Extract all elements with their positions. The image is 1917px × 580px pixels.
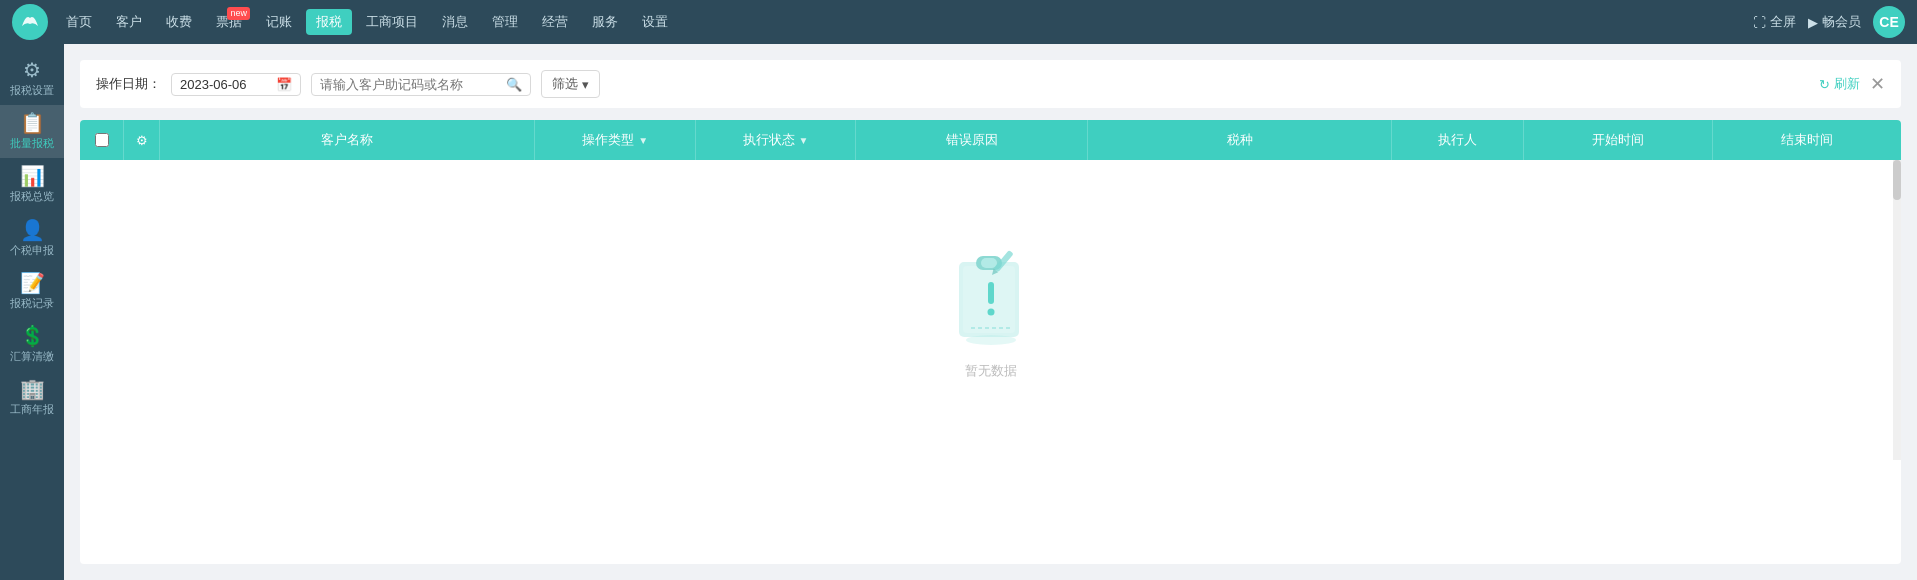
empty-illustration bbox=[941, 240, 1041, 350]
filter-button[interactable]: 筛选 ▾ bbox=[541, 70, 600, 98]
sidebar-label-baoshui-zongjian: 报税总览 bbox=[10, 190, 54, 203]
sidebar-label-baoshui-jilu: 报税记录 bbox=[10, 297, 54, 310]
search-box[interactable]: 🔍 bbox=[311, 73, 531, 96]
member-button[interactable]: ▶ 畅会员 bbox=[1808, 13, 1861, 31]
nav-item-报税[interactable]: 报税 bbox=[306, 9, 352, 35]
avatar-text: CE bbox=[1879, 14, 1898, 30]
col-header-executor: 执行人 bbox=[1392, 120, 1524, 160]
search-icon[interactable]: 🔍 bbox=[506, 77, 522, 92]
date-filter-label: 操作日期： bbox=[96, 75, 161, 93]
close-button[interactable]: ✕ bbox=[1870, 75, 1885, 93]
content-area: 操作日期： 📅 🔍 筛选 ▾ ↻ 刷新 ✕ bbox=[64, 44, 1917, 580]
nav-item-工商项目[interactable]: 工商项目 bbox=[356, 9, 428, 35]
sidebar-label-huisuan-jiaona: 汇算清缴 bbox=[10, 350, 54, 363]
date-picker[interactable]: 📅 bbox=[171, 73, 301, 96]
sidebar-label-gongshang-nianbao: 工商年报 bbox=[10, 403, 54, 416]
search-input[interactable] bbox=[320, 77, 502, 92]
refresh-label: 刷新 bbox=[1834, 75, 1860, 93]
fullscreen-label: 全屏 bbox=[1770, 13, 1796, 31]
sidebar-item-baoshui-jilu[interactable]: 📝 报税记录 bbox=[0, 265, 64, 318]
col-header-status[interactable]: 执行状态 ▼ bbox=[696, 120, 856, 160]
col-header-endtime: 结束时间 bbox=[1713, 120, 1901, 160]
nav-item-设置[interactable]: 设置 bbox=[632, 9, 678, 35]
empty-state: 暂无数据 bbox=[80, 160, 1901, 460]
user-avatar[interactable]: CE bbox=[1873, 6, 1905, 38]
calendar-icon: 📅 bbox=[276, 77, 292, 92]
nav-item-收费[interactable]: 收费 bbox=[156, 9, 202, 35]
sort-icon-optype: ▼ bbox=[638, 135, 648, 146]
col-header-error: 错误原因 bbox=[856, 120, 1088, 160]
col-header-optype[interactable]: 操作类型 ▼ bbox=[535, 120, 695, 160]
sidebar-icon-baoshui-jilu: 📝 bbox=[20, 273, 45, 293]
scrollbar-track[interactable] bbox=[1893, 160, 1901, 460]
sidebar-label-baoshui-shezhi: 报税设置 bbox=[10, 84, 54, 97]
table-header: ⚙ 客户名称 操作类型 ▼ 执行状态 ▼ 错误原因 税种 bbox=[80, 120, 1901, 160]
col-header-taxtype: 税种 bbox=[1088, 120, 1392, 160]
sidebar: ⚙ 报税设置 📋 批量报税 📊 报税总览 👤 个税申报 📝 报税记录 💲 汇算清缴 🏢 工商年报 bbox=[0, 44, 64, 580]
nav-item-票据[interactable]: 票据new bbox=[206, 9, 252, 35]
sidebar-item-gongshang-nianbao[interactable]: 🏢 工商年报 bbox=[0, 371, 64, 424]
new-badge: new bbox=[227, 7, 250, 20]
select-all-checkbox-cell[interactable] bbox=[80, 120, 124, 160]
member-label: 畅会员 bbox=[1822, 13, 1861, 31]
filter-bar: 操作日期： 📅 🔍 筛选 ▾ ↻ 刷新 ✕ bbox=[80, 60, 1901, 108]
sidebar-icon-baoshui-shezhi: ⚙ bbox=[23, 60, 41, 80]
table-body: 暂无数据 bbox=[80, 160, 1901, 460]
nav-item-服务[interactable]: 服务 bbox=[582, 9, 628, 35]
select-all-checkbox[interactable] bbox=[95, 133, 109, 147]
member-icon: ▶ bbox=[1808, 15, 1818, 30]
main-layout: ⚙ 报税设置 📋 批量报税 📊 报税总览 👤 个税申报 📝 报税记录 💲 汇算清缴 🏢 工商年报 操作日期… bbox=[0, 44, 1917, 580]
nav-item-客户[interactable]: 客户 bbox=[106, 9, 152, 35]
nav-item-首页[interactable]: 首页 bbox=[56, 9, 102, 35]
sidebar-item-baoshui-shezhi[interactable]: ⚙ 报税设置 bbox=[0, 52, 64, 105]
filter-label-text: 筛选 bbox=[552, 75, 578, 93]
sidebar-item-baoshui-zongjian[interactable]: 📊 报税总览 bbox=[0, 158, 64, 211]
fullscreen-icon: ⛶ bbox=[1753, 15, 1766, 30]
refresh-icon: ↻ bbox=[1819, 77, 1830, 92]
data-table: ⚙ 客户名称 操作类型 ▼ 执行状态 ▼ 错误原因 税种 bbox=[80, 120, 1901, 564]
sort-icon-status: ▼ bbox=[799, 135, 809, 146]
col-header-starttime: 开始时间 bbox=[1524, 120, 1713, 160]
top-navigation: 首页客户收费票据new记账报税工商项目消息管理经营服务设置 ⛶ 全屏 ▶ 畅会员… bbox=[0, 0, 1917, 44]
sidebar-item-piliang-baoshui[interactable]: 📋 批量报税 bbox=[0, 105, 64, 158]
col-header-name: 客户名称 bbox=[160, 120, 535, 160]
date-input[interactable] bbox=[180, 77, 270, 92]
chevron-down-icon: ▾ bbox=[582, 77, 589, 92]
sidebar-icon-gongshang-nianbao: 🏢 bbox=[20, 379, 45, 399]
settings-column-icon[interactable]: ⚙ bbox=[124, 120, 160, 160]
svg-rect-4 bbox=[981, 258, 997, 268]
nav-item-消息[interactable]: 消息 bbox=[432, 9, 478, 35]
sidebar-icon-geshuishenghao: 👤 bbox=[20, 220, 45, 240]
svg-point-10 bbox=[966, 335, 1016, 345]
nav-item-记账[interactable]: 记账 bbox=[256, 9, 302, 35]
nav-items-list: 首页客户收费票据new记账报税工商项目消息管理经营服务设置 bbox=[56, 9, 1753, 35]
nav-item-管理[interactable]: 管理 bbox=[482, 9, 528, 35]
sidebar-label-geshuishenghao: 个税申报 bbox=[10, 244, 54, 257]
sidebar-icon-huisuan-jiaona: 💲 bbox=[20, 326, 45, 346]
refresh-button[interactable]: ↻ 刷新 bbox=[1819, 75, 1860, 93]
sidebar-item-geshuishenghao[interactable]: 👤 个税申报 bbox=[0, 212, 64, 265]
nav-item-经营[interactable]: 经营 bbox=[532, 9, 578, 35]
sidebar-icon-piliang-baoshui: 📋 bbox=[20, 113, 45, 133]
sidebar-icon-baoshui-zongjian: 📊 bbox=[20, 166, 45, 186]
sidebar-item-huisuan-jiaona[interactable]: 💲 汇算清缴 bbox=[0, 318, 64, 371]
scrollbar-thumb[interactable] bbox=[1893, 160, 1901, 200]
fullscreen-button[interactable]: ⛶ 全屏 bbox=[1753, 13, 1796, 31]
svg-point-6 bbox=[987, 309, 994, 316]
sidebar-label-piliang-baoshui: 批量报税 bbox=[10, 137, 54, 150]
app-logo[interactable] bbox=[12, 4, 48, 40]
nav-right: ⛶ 全屏 ▶ 畅会员 CE bbox=[1753, 6, 1905, 38]
svg-rect-5 bbox=[988, 282, 994, 304]
empty-text: 暂无数据 bbox=[965, 362, 1017, 380]
